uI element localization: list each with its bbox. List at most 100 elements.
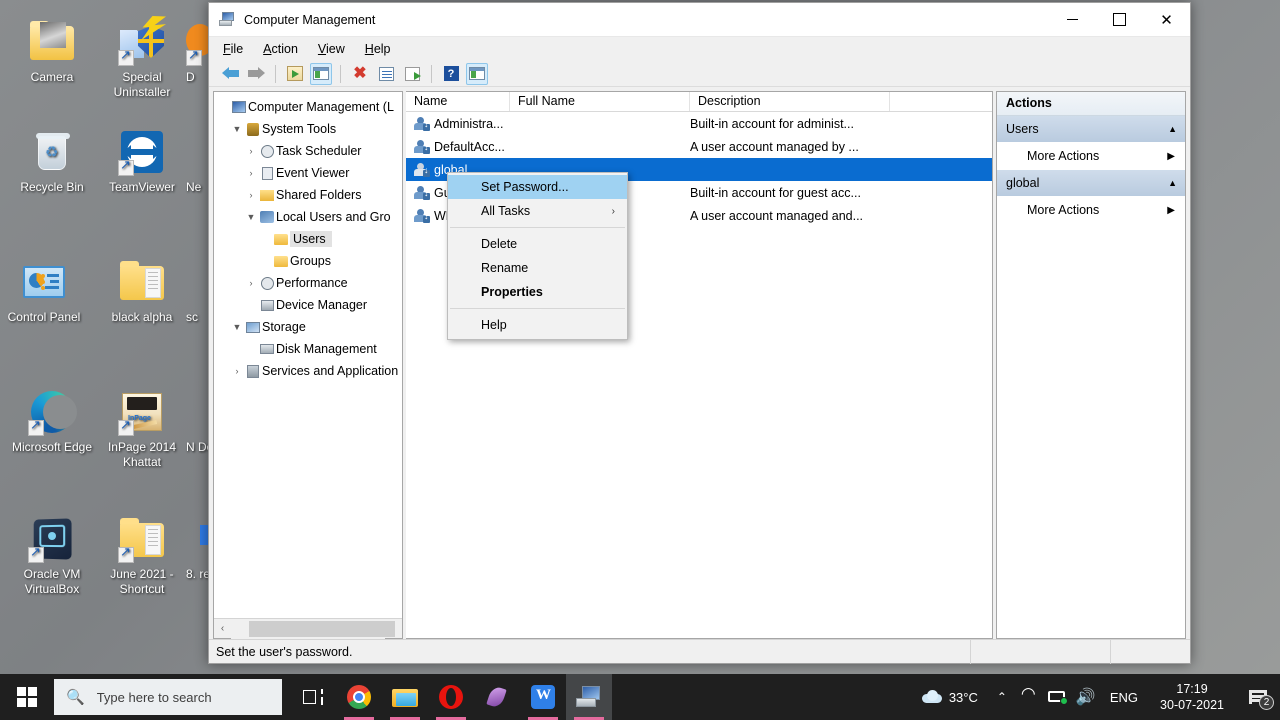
taskbar-file-explorer[interactable] [382,674,428,720]
table-row[interactable]: DefaultAcc... A user account managed by .… [406,135,992,158]
menu-action[interactable]: Action [263,42,298,56]
menu-help[interactable]: Help [365,42,391,56]
tree-node-local-users-and-gro[interactable]: ▼ Local Users and Gro [214,206,402,228]
notification-center-button[interactable]: 2 [1236,674,1280,720]
refresh-button[interactable] [375,63,397,85]
search-input[interactable]: 🔍 Type here to search [54,679,282,715]
chevron-up-icon[interactable]: ▲ [1168,178,1177,188]
action-more-actions-global[interactable]: More Actions ▶ [997,196,1185,224]
help-button[interactable]: ? [440,63,462,85]
weather-widget[interactable]: 33°C [912,674,988,720]
network-button[interactable] [1044,674,1072,720]
desktop-icon-microsoft-edge[interactable]: Microsoft Edge [8,388,96,455]
action-pane-icon [469,67,485,80]
desktop-icon-recycle-bin[interactable]: ♻ Recycle Bin [8,128,96,195]
show-hidden-icons-button[interactable]: ⌃ [988,674,1016,720]
clock[interactable]: 17:19 30-07-2021 [1148,674,1236,720]
tree-node-label: Event Viewer [276,166,350,180]
volume-button[interactable]: 🔊 [1072,674,1100,720]
action-more-actions-users[interactable]: More Actions ▶ [997,142,1185,170]
chevron-down-icon[interactable]: ▼ [230,124,244,134]
tree-node-event-viewer[interactable]: › Event Viewer [214,162,402,184]
taskbar-wps-office[interactable] [520,674,566,720]
chevron-right-icon[interactable]: › [244,190,258,200]
tree-node-storage[interactable]: ▼ Storage [214,316,402,338]
action-pane-button[interactable] [466,62,488,85]
tree-node-device-manager[interactable]: Device Manager [214,294,402,316]
actions-group-global[interactable]: global ▲ [997,170,1185,196]
chevron-up-icon[interactable]: ▲ [1168,124,1177,134]
scroll-track[interactable] [231,618,395,639]
desktop-icon-teamviewer[interactable]: TeamViewer [98,128,186,195]
chevron-right-icon[interactable]: › [244,168,258,178]
export-list-button[interactable] [401,63,423,85]
desktop-icon-camera[interactable]: Camera [8,18,96,85]
column-header-full-name[interactable]: Full Name [510,92,690,111]
column-header-name[interactable]: Name [406,92,510,111]
context-menu-item-properties[interactable]: Properties [448,280,627,304]
chevron-down-icon[interactable]: ▼ [244,212,258,222]
chevron-down-icon[interactable]: ▼ [230,322,244,332]
desktop-icon-label: Camera [30,70,74,84]
close-button[interactable]: ✕ [1143,3,1190,37]
desktop-icon-oracle-vm-virtualbox[interactable]: Oracle VM VirtualBox [8,515,96,597]
task-view-button[interactable] [290,674,336,720]
context-menu[interactable]: Set Password... All Tasks › Delete Renam… [447,172,628,340]
language-button[interactable]: ENG [1100,674,1148,720]
chevron-right-icon[interactable]: › [244,146,258,156]
context-menu-item-set-password[interactable]: Set Password... [448,175,627,199]
desktop-icon-black-alpha[interactable]: black alpha [98,258,186,325]
desktop-icon-special-uninstaller[interactable]: Special Uninstaller [98,16,186,100]
context-menu-item-delete[interactable]: Delete [448,232,627,256]
taskbar-opera[interactable] [428,674,474,720]
tree-node-performance[interactable]: › Performance [214,272,402,294]
minimize-button[interactable] [1049,3,1096,37]
tree-node-task-scheduler[interactable]: › Task Scheduler [214,140,402,162]
back-button[interactable] [219,63,241,85]
delete-button[interactable]: ✖ [349,63,371,85]
windows-logo-icon [17,687,37,707]
start-button[interactable] [0,674,54,720]
console-tree-button[interactable] [310,62,332,85]
tree-node-computer-management-l[interactable]: Computer Management (L [214,96,402,118]
chevron-right-icon[interactable]: › [230,366,244,376]
wifi-button[interactable] [1016,674,1044,720]
taskbar-computer-management[interactable] [566,674,612,720]
tree-node-shared-folders[interactable]: › Shared Folders [214,184,402,206]
taskbar-chrome[interactable] [336,674,382,720]
scroll-thumb[interactable] [249,620,395,637]
virtualbox-icon [28,515,76,563]
context-menu-item-rename[interactable]: Rename [448,256,627,280]
actions-group-users[interactable]: Users ▲ [997,116,1185,142]
tree-node-label: Task Scheduler [276,144,362,158]
chevron-right-icon[interactable]: › [244,278,258,288]
console-tree[interactable]: Computer Management (L ▼ System Tools › Task… [214,92,402,618]
tree-node-disk-management[interactable]: Disk Management [214,338,402,360]
actions-group-label: global [1006,176,1040,190]
context-menu-item-help[interactable]: Help [448,313,627,337]
scroll-left-button[interactable]: ‹ [214,623,231,634]
desktop-icon-control-panel[interactable]: Control Panel [0,258,88,325]
menu-file[interactable]: File [223,42,243,56]
desktop-icon-june-2021-shortcut[interactable]: June 2021 - Shortcut [98,515,186,597]
tree-node-services-and-application[interactable]: › Services and Application [214,360,402,382]
camera-folder-icon [28,18,76,66]
table-row[interactable]: Administra... Built-in account for admini… [406,112,992,135]
properties-button[interactable] [284,63,306,85]
forward-button[interactable] [245,63,267,85]
tree-node-system-tools[interactable]: ▼ System Tools [214,118,402,140]
desktop-icon-inpage-2014[interactable]: InPage InPage 2014 Khattat [98,388,186,470]
forward-arrow-icon [247,67,265,80]
tree-node-label: System Tools [262,122,337,136]
tools-icon [244,122,262,136]
window-titlebar[interactable]: Computer Management ✕ [209,3,1190,37]
taskbar-feather[interactable] [474,674,520,720]
column-header-description[interactable]: Description [690,92,890,111]
maximize-button[interactable] [1096,3,1143,37]
cell-name-text: Administra... [434,116,504,131]
tree-node-users[interactable]: Users [214,228,402,250]
tree-horizontal-scrollbar[interactable]: ‹ › [214,618,402,639]
context-menu-item-all-tasks[interactable]: All Tasks › [448,199,627,223]
menu-view[interactable]: View [318,42,345,56]
tree-node-groups[interactable]: Groups [214,250,402,272]
